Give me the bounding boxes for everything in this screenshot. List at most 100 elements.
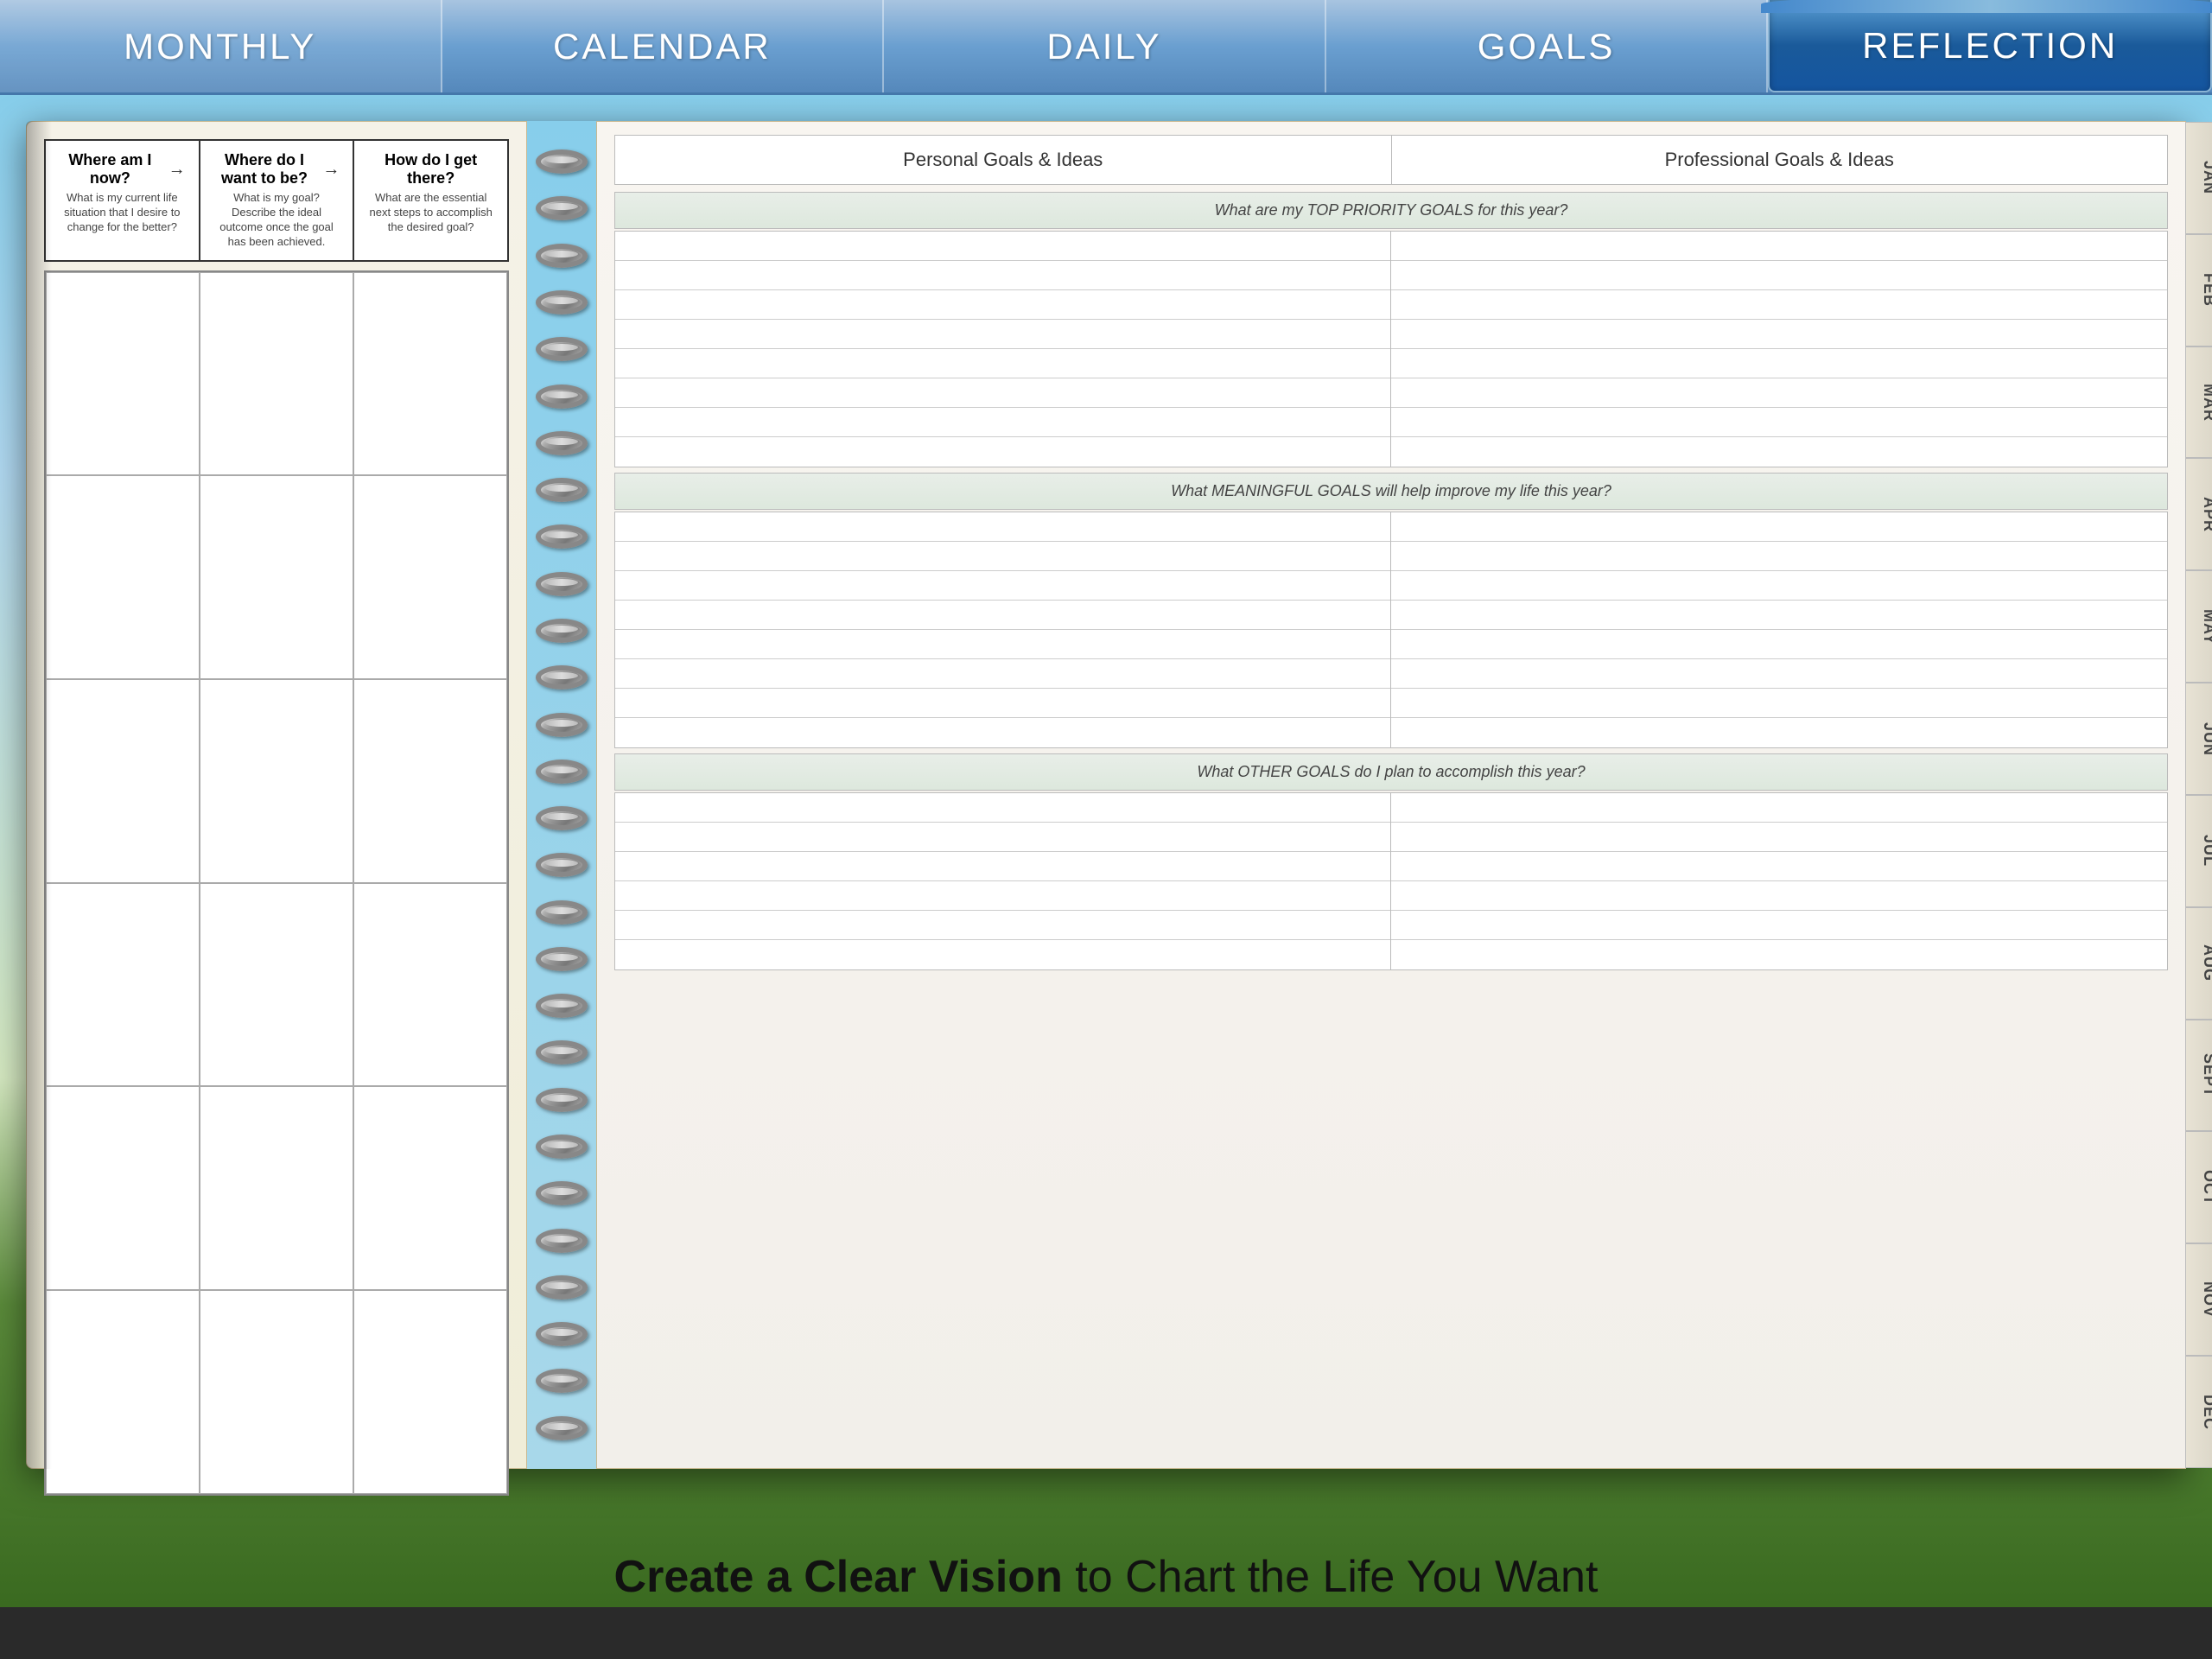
grid-cell-r1-c1[interactable] <box>200 475 353 679</box>
goal-line-personal-priority-3[interactable] <box>615 320 1390 349</box>
footer-regular: to Chart the Life You Want <box>1063 1552 1599 1602</box>
grid-cell-r1-c0[interactable] <box>46 475 200 679</box>
goal-line-professional-other-5[interactable] <box>1391 940 2167 969</box>
goal-line-professional-meaningful-3[interactable] <box>1391 601 2167 630</box>
goal-line-professional-meaningful-7[interactable] <box>1391 718 2167 747</box>
where-to-be-question: Where do I want to be? → <box>213 151 340 188</box>
month-tab-dec[interactable]: DEC <box>2185 1356 2212 1468</box>
how-get-there-question: How do I get there? <box>367 151 494 188</box>
meaningful-goals-grid <box>614 512 2168 748</box>
spiral-ring-0 <box>536 149 588 174</box>
grid-cell-r2-c0[interactable] <box>46 679 200 883</box>
goal-line-professional-meaningful-2[interactable] <box>1391 571 2167 601</box>
goal-line-personal-meaningful-1[interactable] <box>615 542 1390 571</box>
nav-daily[interactable]: DAILY <box>884 0 1326 92</box>
goal-line-professional-priority-5[interactable] <box>1391 378 2167 408</box>
month-tab-feb[interactable]: FEB <box>2185 234 2212 346</box>
goal-line-personal-meaningful-7[interactable] <box>615 718 1390 747</box>
spiral-ring-13 <box>536 760 588 784</box>
goal-line-personal-priority-6[interactable] <box>615 408 1390 437</box>
goal-line-personal-other-0[interactable] <box>615 793 1390 823</box>
grid-cell-r2-c2[interactable] <box>353 679 507 883</box>
top-priority-grid <box>614 231 2168 467</box>
goal-line-personal-meaningful-5[interactable] <box>615 659 1390 689</box>
goal-line-professional-priority-7[interactable] <box>1391 437 2167 467</box>
goal-line-professional-meaningful-6[interactable] <box>1391 689 2167 718</box>
month-tab-apr[interactable]: APR <box>2185 458 2212 570</box>
nav-calendar[interactable]: CALENDAR <box>442 0 885 92</box>
nav-monthly[interactable]: MONTHLY <box>0 0 442 92</box>
current-situation-col: Where am I now? → What is my current lif… <box>46 141 200 260</box>
where-am-i-question: Where am I now? → <box>59 151 186 188</box>
grid-cell-r3-c2[interactable] <box>353 883 507 1087</box>
goal-line-professional-priority-3[interactable] <box>1391 320 2167 349</box>
goal-line-professional-meaningful-1[interactable] <box>1391 542 2167 571</box>
grid-cell-r4-c0[interactable] <box>46 1086 200 1290</box>
month-tab-jun[interactable]: JUN <box>2185 683 2212 795</box>
grid-cell-r5-c1[interactable] <box>200 1290 353 1494</box>
nav-reflection[interactable]: REFLECTION <box>1768 0 2212 92</box>
grid-cell-r4-c2[interactable] <box>353 1086 507 1290</box>
spiral-ring-21 <box>536 1135 588 1159</box>
grid-cell-r4-c1[interactable] <box>200 1086 353 1290</box>
goal-line-professional-priority-1[interactable] <box>1391 261 2167 290</box>
month-tab-oct[interactable]: OCT <box>2185 1131 2212 1243</box>
spiral-ring-23 <box>536 1229 588 1253</box>
footer-caption: Create a Clear Vision to Chart the Life … <box>0 1551 2212 1603</box>
goal-line-personal-priority-1[interactable] <box>615 261 1390 290</box>
goal-col: Where do I want to be? → What is my goal… <box>200 141 355 260</box>
grid-cell-r5-c0[interactable] <box>46 1290 200 1494</box>
goal-line-professional-priority-6[interactable] <box>1391 408 2167 437</box>
grid-cell-r3-c1[interactable] <box>200 883 353 1087</box>
professional-priority-lines <box>1391 232 2167 467</box>
goal-line-professional-meaningful-5[interactable] <box>1391 659 2167 689</box>
goal-line-personal-meaningful-3[interactable] <box>615 601 1390 630</box>
spiral-ring-20 <box>536 1088 588 1112</box>
goal-line-professional-priority-0[interactable] <box>1391 232 2167 261</box>
goal-line-professional-other-4[interactable] <box>1391 911 2167 940</box>
grid-cell-r0-c1[interactable] <box>200 272 353 476</box>
grid-cell-r3-c0[interactable] <box>46 883 200 1087</box>
personal-goals-header: Personal Goals & Ideas <box>615 136 1392 184</box>
goal-line-personal-other-2[interactable] <box>615 852 1390 881</box>
goal-line-personal-other-4[interactable] <box>615 911 1390 940</box>
goal-line-professional-meaningful-0[interactable] <box>1391 512 2167 542</box>
grid-cell-r2-c1[interactable] <box>200 679 353 883</box>
month-tab-aug[interactable]: AUG <box>2185 907 2212 1020</box>
grid-cell-r0-c0[interactable] <box>46 272 200 476</box>
goal-line-professional-meaningful-4[interactable] <box>1391 630 2167 659</box>
goal-line-professional-other-0[interactable] <box>1391 793 2167 823</box>
goal-line-professional-priority-2[interactable] <box>1391 290 2167 320</box>
month-tab-sept[interactable]: SEPT <box>2185 1020 2212 1132</box>
goal-line-personal-meaningful-6[interactable] <box>615 689 1390 718</box>
spiral-ring-26 <box>536 1369 588 1393</box>
goal-line-personal-other-3[interactable] <box>615 881 1390 911</box>
month-tab-mar[interactable]: MAR <box>2185 346 2212 459</box>
goal-line-personal-priority-2[interactable] <box>615 290 1390 320</box>
goal-line-personal-meaningful-2[interactable] <box>615 571 1390 601</box>
goal-line-professional-other-1[interactable] <box>1391 823 2167 852</box>
goal-line-personal-other-1[interactable] <box>615 823 1390 852</box>
goal-line-personal-priority-4[interactable] <box>615 349 1390 378</box>
spiral-ring-17 <box>536 947 588 971</box>
month-tab-nov[interactable]: NOV <box>2185 1243 2212 1356</box>
spiral-ring-16 <box>536 900 588 925</box>
grid-cell-r1-c2[interactable] <box>353 475 507 679</box>
goal-line-personal-other-5[interactable] <box>615 940 1390 969</box>
goal-line-personal-priority-5[interactable] <box>615 378 1390 408</box>
month-tab-may[interactable]: MAY <box>2185 570 2212 683</box>
nav-goals[interactable]: GOALS <box>1326 0 1769 92</box>
goal-line-personal-meaningful-4[interactable] <box>615 630 1390 659</box>
grid-cell-r5-c2[interactable] <box>353 1290 507 1494</box>
month-tab-jan[interactable]: JAN <box>2185 122 2212 234</box>
planner-spread: Where am I now? → What is my current lif… <box>26 121 2186 1469</box>
spiral-ring-19 <box>536 1040 588 1065</box>
month-tab-jul[interactable]: JUL <box>2185 795 2212 907</box>
goal-line-professional-priority-4[interactable] <box>1391 349 2167 378</box>
goal-line-professional-other-3[interactable] <box>1391 881 2167 911</box>
goal-line-professional-other-2[interactable] <box>1391 852 2167 881</box>
goal-line-personal-meaningful-0[interactable] <box>615 512 1390 542</box>
grid-cell-r0-c2[interactable] <box>353 272 507 476</box>
goal-line-personal-priority-0[interactable] <box>615 232 1390 261</box>
goal-line-personal-priority-7[interactable] <box>615 437 1390 467</box>
